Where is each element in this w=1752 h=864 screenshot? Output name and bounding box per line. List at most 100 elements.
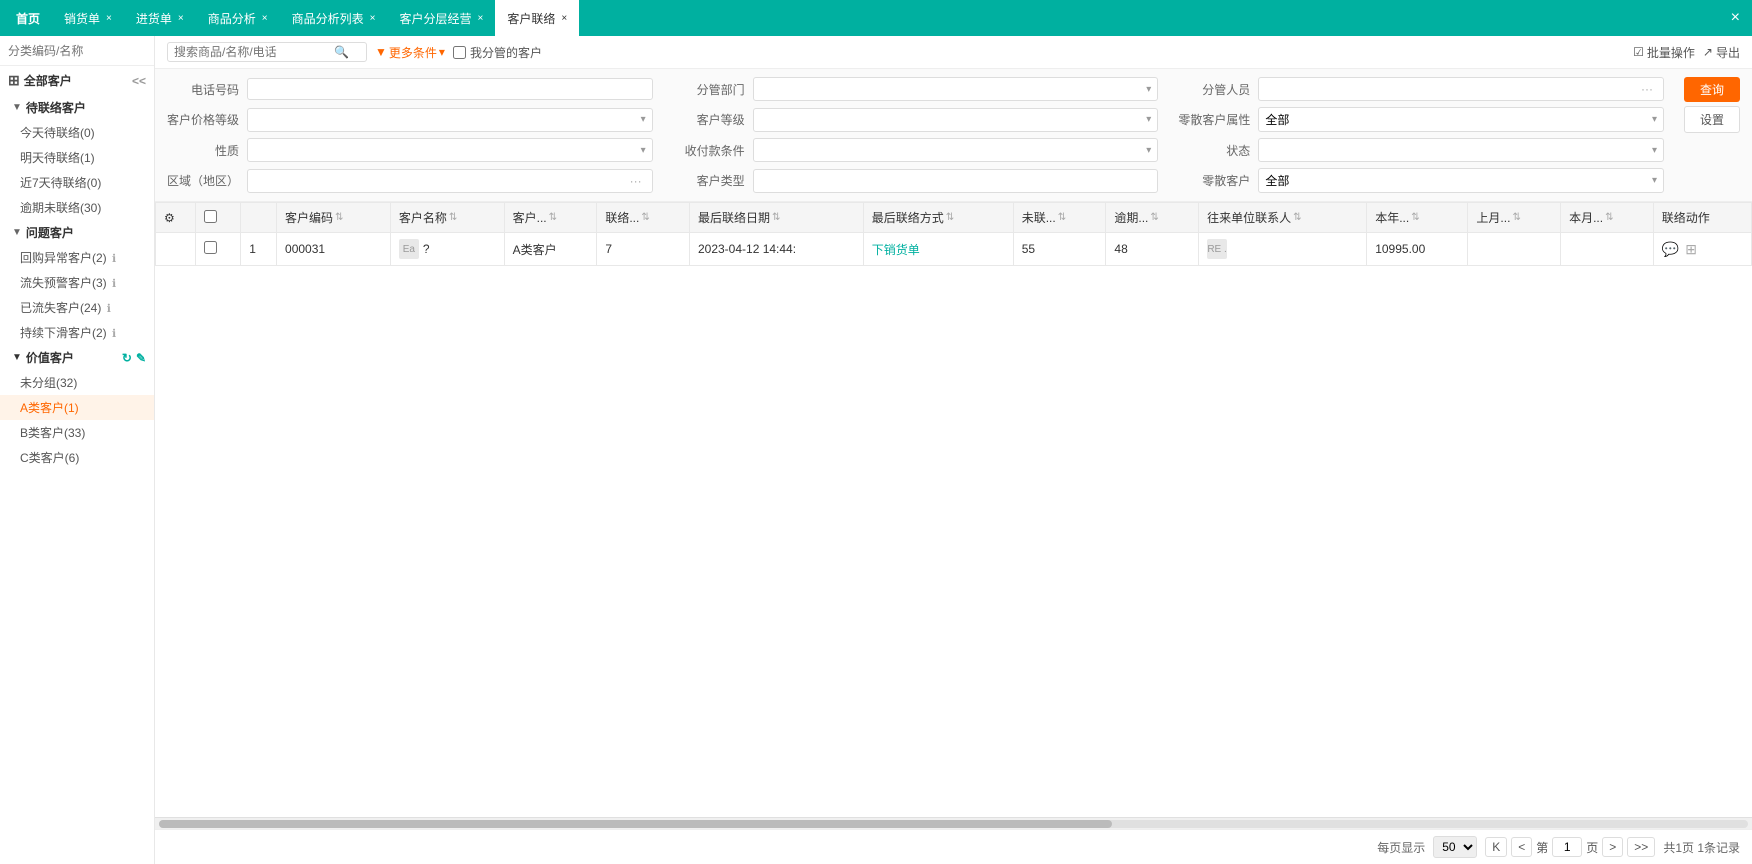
select-all-checkbox[interactable] xyxy=(204,210,217,223)
sidebar-item-today-pending[interactable]: 今天待联络(0) xyxy=(0,120,154,145)
th-not-contacted[interactable]: 未联... ⇅ xyxy=(1013,203,1106,233)
tab-sales[interactable]: 销货单 × xyxy=(52,0,124,36)
my-customers-checkbox[interactable]: 我分管的客户 xyxy=(453,44,542,61)
phone-input[interactable] xyxy=(247,78,653,100)
customer-level-select[interactable]: ▾ xyxy=(753,108,1159,132)
tab-customer-segment[interactable]: 客户分层经营 × xyxy=(387,0,495,36)
th-customer-type[interactable]: 客户... ⇅ xyxy=(504,203,597,233)
retail-customer-select[interactable]: 全部 ▾ xyxy=(1258,168,1664,193)
th-last-month[interactable]: 上月... ⇅ xyxy=(1468,203,1561,233)
last-page-button[interactable]: >> xyxy=(1627,837,1655,857)
sidebar-item-declining[interactable]: 持续下滑客户(2) ℹ xyxy=(0,320,154,345)
th-contact[interactable]: 联络... ⇅ xyxy=(597,203,690,233)
sidebar-item-churn-warning[interactable]: 流失预警客户(3) ℹ xyxy=(0,270,154,295)
sidebar-all-customers[interactable]: ⊞ 全部客户 << xyxy=(0,66,154,95)
setting-button[interactable]: 设置 xyxy=(1684,106,1740,133)
close-icon[interactable]: × xyxy=(477,13,483,24)
price-level-select[interactable]: ▾ xyxy=(247,108,653,132)
td-not-contacted: 55 xyxy=(1013,233,1106,266)
tab-customer-contact[interactable]: 客户联络 × xyxy=(495,0,579,36)
problem-customers-label: 问题客户 xyxy=(26,224,74,241)
sidebar-item-tomorrow-pending[interactable]: 明天待联络(1) xyxy=(0,145,154,170)
chevron-down-icon: ▾ xyxy=(1146,114,1151,125)
page-number-input[interactable] xyxy=(1552,837,1582,857)
tab-purchase[interactable]: 进货单 × xyxy=(124,0,196,36)
nature-select[interactable]: ▾ xyxy=(247,138,653,162)
sidebar-item-class-a[interactable]: A类客户(1) xyxy=(0,395,154,420)
th-this-year[interactable]: 本年... ⇅ xyxy=(1367,203,1468,233)
sort-icon: ⇅ xyxy=(641,212,649,223)
sidebar-group-pending-contact[interactable]: ▼ 待联络客户 xyxy=(0,95,154,120)
dept-select[interactable]: ▾ xyxy=(753,77,1159,101)
th-last-contact-method[interactable]: 最后联络方式 ⇅ xyxy=(863,203,1013,233)
payment-select[interactable]: ▾ xyxy=(753,138,1159,162)
page-size-select[interactable]: 50 xyxy=(1433,836,1477,858)
refresh-icon[interactable]: ↻ xyxy=(122,351,132,365)
close-all-button[interactable]: × xyxy=(1719,9,1752,27)
close-icon[interactable]: × xyxy=(178,13,184,24)
horizontal-scrollbar[interactable] xyxy=(155,817,1752,829)
avatar: Ea xyxy=(399,239,419,259)
next-page-button[interactable]: > xyxy=(1602,837,1623,857)
query-button[interactable]: 查询 xyxy=(1684,77,1740,102)
sidebar-group-value-customers[interactable]: ▼ 价值客户 ↻ ✎ xyxy=(0,345,154,370)
th-customer-code[interactable]: 客户编码 ⇅ xyxy=(277,203,391,233)
th-customer-name[interactable]: 客户名称 ⇅ xyxy=(390,203,504,233)
status-select[interactable]: ▾ xyxy=(1258,138,1664,162)
filter-cell-customer-type: 客户类型 xyxy=(673,169,1159,193)
batch-icon: ☑ xyxy=(1633,45,1644,59)
first-page-button[interactable]: K xyxy=(1485,837,1507,857)
filter-cell-price-level: 客户价格等级 ▾ xyxy=(167,108,653,132)
sort-icon: ⇅ xyxy=(335,212,343,223)
close-icon[interactable]: × xyxy=(561,13,567,24)
action-icons: 💬 ⊞ xyxy=(1662,241,1743,258)
sidebar-search-input[interactable] xyxy=(8,44,155,58)
tab-home[interactable]: 首页 xyxy=(4,0,52,36)
payment-label: 收付款条件 xyxy=(673,142,753,159)
sidebar-item-7days-pending[interactable]: 近7天待联络(0) xyxy=(0,170,154,195)
sidebar-item-overdue-pending[interactable]: 逾期未联络(30) xyxy=(0,195,154,220)
th-overdue[interactable]: 逾期... ⇅ xyxy=(1106,203,1199,233)
chevron-down-icon: ▾ xyxy=(1652,175,1657,186)
chat-icon[interactable]: 💬 xyxy=(1662,241,1679,258)
sidebar-item-churned[interactable]: 已流失客户(24) ℹ xyxy=(0,295,154,320)
batch-operation-button[interactable]: ☑ 批量操作 xyxy=(1633,44,1695,61)
row-checkbox[interactable] xyxy=(204,241,217,254)
filter-search-input[interactable] xyxy=(174,45,334,59)
table-footer: 每页显示 50 K < 第 页 > >> 共1页 1条记录 xyxy=(155,829,1752,864)
export-button[interactable]: ↗ 导出 xyxy=(1703,44,1740,61)
sidebar-item-ungrouped[interactable]: 未分组(32) xyxy=(0,370,154,395)
td-customer-type: A类客户 xyxy=(504,233,597,266)
search-button[interactable]: 🔍 xyxy=(334,45,349,59)
my-customers-check[interactable] xyxy=(453,46,466,59)
tab-goods-analysis[interactable]: 商品分析 × xyxy=(196,0,280,36)
more-filters-button[interactable]: ▼ 更多条件 ▾ xyxy=(375,44,445,61)
tab-goods-analysis-list[interactable]: 商品分析列表 × xyxy=(280,0,388,36)
th-unit-contact[interactable]: 往来单位联系人 ⇅ xyxy=(1199,203,1367,233)
close-icon[interactable]: × xyxy=(262,13,268,24)
filter-cell-manager: 分管人员 ··· xyxy=(1178,77,1664,101)
more-filters-label: 更多条件 xyxy=(389,44,437,61)
close-icon[interactable]: × xyxy=(370,13,376,24)
close-icon[interactable]: × xyxy=(106,13,112,24)
prev-page-button[interactable]: < xyxy=(1511,837,1532,857)
export-icon: ↗ xyxy=(1703,45,1713,59)
td-overdue: 48 xyxy=(1106,233,1199,266)
sort-icon: ⇅ xyxy=(946,212,954,223)
scrollbar-thumb[interactable] xyxy=(159,820,1112,828)
sidebar-item-class-b[interactable]: B类客户(33) xyxy=(0,420,154,445)
th-settings[interactable]: ⚙ xyxy=(156,203,196,233)
dots-icon[interactable]: ··· xyxy=(1637,82,1657,96)
sidebar-item-class-c[interactable]: C类客户(6) xyxy=(0,445,154,470)
th-last-contact-date[interactable]: 最后联络日期 ⇅ xyxy=(689,203,863,233)
customer-name-cell: Ea ? xyxy=(399,239,496,259)
td-last-contact-method[interactable]: 下销货单 xyxy=(863,233,1013,266)
collapse-icon[interactable]: << xyxy=(132,74,146,88)
th-this-month[interactable]: 本月... ⇅ xyxy=(1561,203,1654,233)
edit-icon[interactable]: ✎ xyxy=(136,351,146,365)
sidebar-item-repurchase-abnormal[interactable]: 回购异常客户(2) ℹ xyxy=(0,245,154,270)
qr-icon[interactable]: ⊞ xyxy=(1685,241,1697,258)
sidebar-group-problem-customers[interactable]: ▼ 问题客户 xyxy=(0,220,154,245)
retail-attr-select[interactable]: 全部 ▾ xyxy=(1258,107,1664,132)
dots-icon[interactable]: ··· xyxy=(626,174,646,188)
